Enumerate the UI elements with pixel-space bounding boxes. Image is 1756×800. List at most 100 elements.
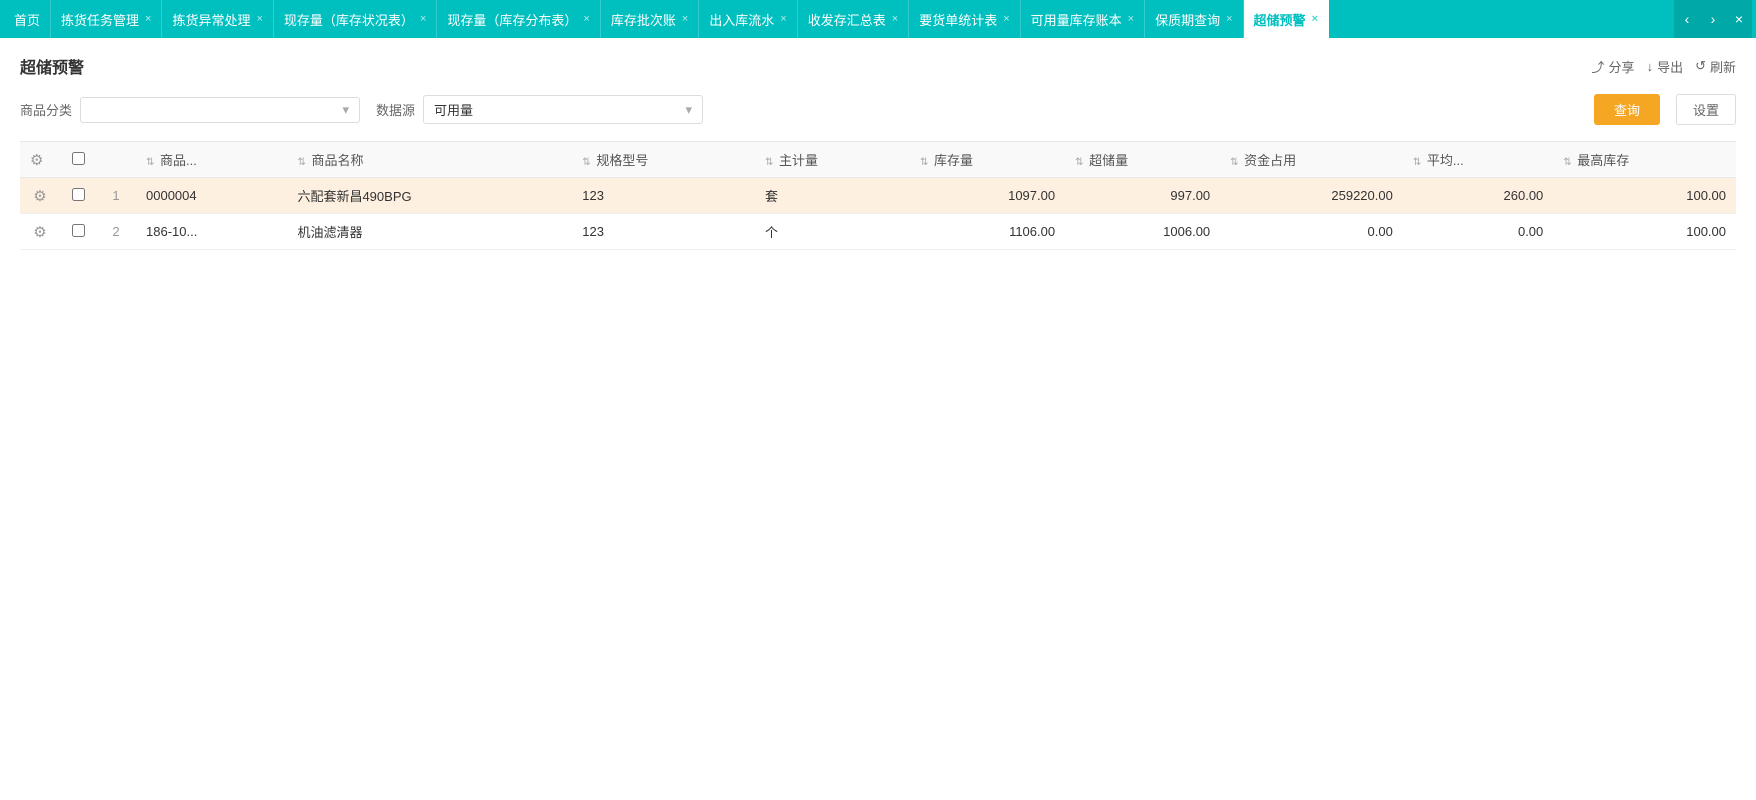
refresh-label: 刷新 <box>1710 57 1736 76</box>
row-checkbox-1[interactable] <box>60 214 96 250</box>
datasource-select-value: 可用量 <box>434 100 473 119</box>
nav-tab-5-label: 库存批次账 <box>611 10 676 29</box>
category-dropdown-icon: ▾ <box>342 102 349 118</box>
nav-tab-10-close[interactable]: × <box>1226 13 1232 25</box>
nav-tab-7-close[interactable]: × <box>892 13 898 25</box>
nav-close-btn[interactable]: × <box>1726 0 1752 38</box>
nav-tab-6-close[interactable]: × <box>780 13 786 25</box>
nav-tab-6[interactable]: 出入库流水 × <box>699 0 797 38</box>
table-body: ⚙ 1 0000004 六配套新昌490BPG 123 套 1097.00 99… <box>20 178 1736 250</box>
export-label: 导出 <box>1657 57 1683 76</box>
category-select[interactable]: ▾ <box>80 97 360 123</box>
query-button[interactable]: 查询 <box>1594 94 1660 125</box>
nav-tab-8-close[interactable]: × <box>1003 13 1009 25</box>
sort-icon-overflow: ⇅ <box>1075 157 1083 168</box>
main-content: 超储预警 ⤴ 分享 ↓ 导出 ↺ 刷新 商品分类 ▾ 数据源 <box>0 38 1756 800</box>
nav-tab-9[interactable]: 可用量库存账本 × <box>1021 0 1145 38</box>
nav-tab-home[interactable]: 首页 <box>4 0 51 38</box>
row-code-0: 0000004 <box>136 178 287 214</box>
nav-tab-3-close[interactable]: × <box>420 13 426 25</box>
col-avg-label: 平均... <box>1427 153 1464 168</box>
nav-tab-8[interactable]: 要货单统计表 × <box>909 0 1020 38</box>
page-title: 超储预警 <box>20 54 84 78</box>
row-avg-1: 0.00 <box>1403 214 1553 250</box>
row-gear-icon-0[interactable]: ⚙ <box>33 188 46 205</box>
nav-tab-3[interactable]: 现存量（库存状况表） × <box>274 0 437 38</box>
row-checkbox-0[interactable] <box>60 178 96 214</box>
nav-tab-5[interactable]: 库存批次账 × <box>601 0 699 38</box>
col-max-stock-label: 最高库存 <box>1577 153 1629 168</box>
nav-tab-7-label: 收发存汇总表 <box>808 10 886 29</box>
gear-icon[interactable]: ⚙ <box>30 152 43 169</box>
row-gear-0[interactable]: ⚙ <box>20 178 60 214</box>
col-inventory[interactable]: ⇅ 库存量 <box>910 142 1065 178</box>
nav-tab-active[interactable]: 超储预警 × <box>1244 0 1329 38</box>
settings-button[interactable]: 设置 <box>1676 94 1736 125</box>
export-button[interactable]: ↓ 导出 <box>1647 57 1684 76</box>
row-no-0: 1 <box>96 178 136 214</box>
col-no <box>96 142 136 178</box>
col-product-name[interactable]: ⇅ 商品名称 <box>287 142 572 178</box>
col-product-code[interactable]: ⇅ 商品... <box>136 142 287 178</box>
row-overflow-1: 1006.00 <box>1065 214 1220 250</box>
col-spec-label: 规格型号 <box>596 153 648 168</box>
col-gear[interactable]: ⚙ <box>20 142 60 178</box>
row-gear-icon-1[interactable]: ⚙ <box>33 224 46 241</box>
sort-icon-max: ⇅ <box>1563 157 1571 168</box>
col-inventory-label: 库存量 <box>934 153 973 168</box>
datasource-select[interactable]: 可用量 ▾ <box>423 95 703 124</box>
nav-tab-9-label: 可用量库存账本 <box>1031 10 1122 29</box>
sort-icon-code: ⇅ <box>146 157 154 168</box>
nav-tab-4[interactable]: 现存量（库存分布表） × <box>437 0 600 38</box>
nav-prev-btn[interactable]: ‹ <box>1674 0 1700 38</box>
row-name-1: 机油滤清器 <box>287 214 572 250</box>
share-icon: ⤴ <box>1592 57 1605 76</box>
row-capital-0: 259220.00 <box>1220 178 1403 214</box>
nav-tab-7[interactable]: 收发存汇总表 × <box>798 0 909 38</box>
nav-tab-4-label: 现存量（库存分布表） <box>447 10 577 29</box>
category-filter-label: 商品分类 <box>20 100 72 119</box>
share-button[interactable]: ⤴ 分享 <box>1592 57 1635 76</box>
refresh-button[interactable]: ↺ 刷新 <box>1695 57 1736 76</box>
col-capital[interactable]: ⇅ 资金占用 <box>1220 142 1403 178</box>
row-capital-1: 0.00 <box>1220 214 1403 250</box>
share-label: 分享 <box>1609 57 1635 76</box>
nav-tab-1-label: 拣货任务管理 <box>61 10 139 29</box>
sort-icon-avg: ⇅ <box>1413 157 1421 168</box>
nav-next-btn[interactable]: › <box>1700 0 1726 38</box>
row-max-1: 100.00 <box>1553 214 1736 250</box>
row-select-0[interactable] <box>72 188 85 201</box>
col-avg[interactable]: ⇅ 平均... <box>1403 142 1553 178</box>
nav-tab-active-close[interactable]: × <box>1312 13 1318 25</box>
nav-tab-2-close[interactable]: × <box>256 13 262 25</box>
row-gear-1[interactable]: ⚙ <box>20 214 60 250</box>
row-avg-0: 260.00 <box>1403 178 1553 214</box>
nav-tab-10[interactable]: 保质期查询 × <box>1145 0 1243 38</box>
sort-icon-capital: ⇅ <box>1230 157 1238 168</box>
datasource-filter-label: 数据源 <box>376 100 415 119</box>
row-inventory-0: 1097.00 <box>910 178 1065 214</box>
row-spec-0: 123 <box>572 178 755 214</box>
col-spec[interactable]: ⇅ 规格型号 <box>572 142 755 178</box>
select-all-checkbox[interactable] <box>72 152 85 165</box>
row-select-1[interactable] <box>72 224 85 237</box>
export-icon: ↓ <box>1647 59 1654 74</box>
table-row: ⚙ 1 0000004 六配套新昌490BPG 123 套 1097.00 99… <box>20 178 1736 214</box>
nav-tab-4-close[interactable]: × <box>583 13 589 25</box>
table-header: ⚙ ⇅ 商品... ⇅ 商品名称 ⇅ 规格型号 <box>20 142 1736 178</box>
row-inventory-1: 1106.00 <box>910 214 1065 250</box>
nav-tab-5-close[interactable]: × <box>682 13 688 25</box>
col-unit[interactable]: ⇅ 主计量 <box>755 142 910 178</box>
row-no-1: 2 <box>96 214 136 250</box>
col-overflow[interactable]: ⇅ 超储量 <box>1065 142 1220 178</box>
col-max-stock[interactable]: ⇅ 最高库存 <box>1553 142 1736 178</box>
nav-tab-1-close[interactable]: × <box>145 13 151 25</box>
col-select-all[interactable] <box>60 142 96 178</box>
nav-arrows: ‹ › × <box>1674 0 1752 38</box>
col-product-code-label: 商品... <box>160 153 197 168</box>
row-overflow-0: 997.00 <box>1065 178 1220 214</box>
nav-tab-2[interactable]: 拣货异常处理 × <box>162 0 273 38</box>
nav-tab-9-close[interactable]: × <box>1128 13 1134 25</box>
nav-tab-2-label: 拣货异常处理 <box>172 10 250 29</box>
nav-tab-1[interactable]: 拣货任务管理 × <box>51 0 162 38</box>
